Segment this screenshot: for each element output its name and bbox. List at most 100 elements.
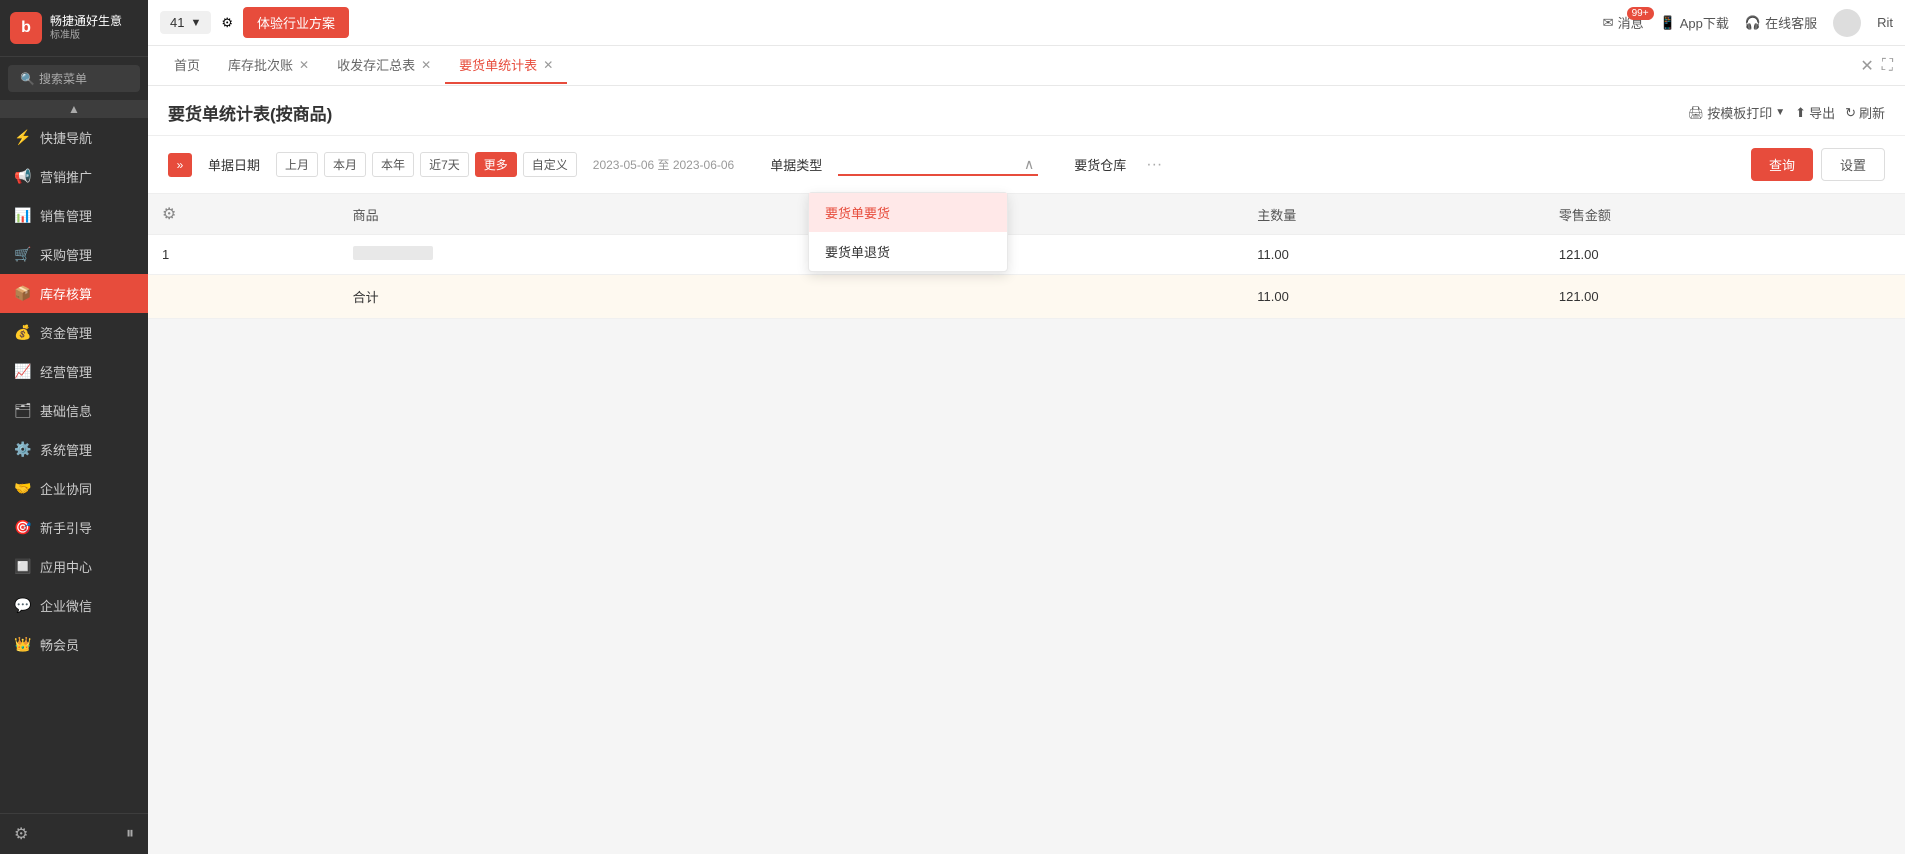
sidebar-item-system[interactable]: ⚙️ 系统管理 bbox=[0, 430, 148, 469]
summary-row: 合计 11.00 121.00 bbox=[148, 275, 1905, 319]
app-center-icon: 🔲 bbox=[14, 558, 32, 576]
tab-inventory-batch-close[interactable]: ✕ bbox=[299, 58, 309, 72]
trial-button[interactable]: 体验行业方案 bbox=[243, 7, 349, 38]
refresh-action[interactable]: ↻ 刷新 bbox=[1845, 103, 1885, 122]
date-more[interactable]: 更多 bbox=[475, 152, 517, 177]
tab-order-summary[interactable]: 要货单统计表 ✕ bbox=[445, 47, 567, 84]
sidebar-search[interactable]: 🔍 搜索菜单 bbox=[8, 65, 140, 92]
tabs-close-all-icon[interactable]: ✕ bbox=[1860, 56, 1873, 76]
type-input-wrap: ∧ bbox=[838, 153, 1038, 176]
message-icon: ✉ bbox=[1603, 15, 1614, 31]
tabs-actions: ✕ ⛶ bbox=[1860, 56, 1893, 76]
sidebar-item-operations[interactable]: 📈 经营管理 bbox=[0, 352, 148, 391]
page-actions: 🖨 按模板打印 ▼ ⬆ 导出 ↻ 刷新 bbox=[1688, 103, 1885, 122]
page-title: 要货单统计表(按商品) bbox=[168, 100, 332, 125]
date-cur-year[interactable]: 本年 bbox=[372, 152, 414, 177]
sidebar-item-enterprise[interactable]: 🤝 企业协同 bbox=[0, 469, 148, 508]
print-dropdown-icon: ▼ bbox=[1775, 107, 1785, 118]
tab-inventory-batch[interactable]: 库存批次账 ✕ bbox=[214, 47, 323, 84]
sidebar-item-members[interactable]: 👑 畅会员 bbox=[0, 625, 148, 664]
type-input[interactable] bbox=[838, 153, 1038, 176]
summary-amount: 121.00 bbox=[1545, 275, 1905, 319]
col-quantity: 主数量 bbox=[1243, 194, 1545, 235]
online-service-item[interactable]: 🎧 在线客服 bbox=[1745, 13, 1817, 32]
cell-quantity: 11.00 bbox=[1243, 235, 1545, 275]
store-name: 41 bbox=[170, 15, 184, 30]
purchase-icon: 🛒 bbox=[14, 246, 32, 264]
date-cur-month[interactable]: 本月 bbox=[324, 152, 366, 177]
marketing-icon: 📢 bbox=[14, 168, 32, 186]
collapse-btn[interactable]: ⏸ bbox=[126, 825, 134, 843]
sidebar-item-finance[interactable]: 💰 资金管理 bbox=[0, 313, 148, 352]
settings-btn[interactable]: ⚙ bbox=[14, 824, 28, 844]
sidebar-item-basic-info[interactable]: 🗂 基础信息 bbox=[0, 391, 148, 430]
tab-collect-summary-close[interactable]: ✕ bbox=[421, 58, 431, 72]
page-content: 要货单统计表(按商品) 🖨 按模板打印 ▼ ⬆ 导出 ↻ 刷新 » bbox=[148, 86, 1905, 854]
settings-button[interactable]: 设置 bbox=[1821, 148, 1885, 181]
date-shortcuts: 上月 本月 本年 近7天 更多 自定义 bbox=[276, 152, 577, 177]
app-download-item[interactable]: 📱 App下载 bbox=[1660, 13, 1729, 32]
export-icon: ⬆ bbox=[1795, 105, 1806, 121]
data-table: ⚙ 商品 主计量单位 主数量 零售金额 1 块 bbox=[148, 194, 1905, 319]
sidebar-item-guide[interactable]: 🎯 新手引导 bbox=[0, 508, 148, 547]
type-label: 单据类型 bbox=[770, 155, 822, 174]
search-icon: 🔍 bbox=[20, 72, 35, 86]
sidebar-item-purchase[interactable]: 🛒 采购管理 bbox=[0, 235, 148, 274]
sidebar-item-sales[interactable]: 📊 销售管理 bbox=[0, 196, 148, 235]
print-action[interactable]: 🖨 按模板打印 ▼ bbox=[1688, 103, 1785, 122]
filter-actions: 查询 设置 bbox=[1751, 148, 1885, 181]
tab-order-summary-close[interactable]: ✕ bbox=[543, 58, 553, 72]
sidebar-nav: ▲ ⚡ 快捷导航 📢 营销推广 📊 销售管理 🛒 采购管理 📦 库存核算 💰 资… bbox=[0, 100, 148, 813]
query-button[interactable]: 查询 bbox=[1751, 148, 1813, 181]
sidebar: b 畅捷通好生意 标准版 🔍 搜索菜单 ▲ ⚡ 快捷导航 📢 营销推广 📊 销售… bbox=[0, 0, 148, 854]
date-last-7days[interactable]: 近7天 bbox=[420, 152, 469, 177]
sidebar-item-quick-nav[interactable]: ⚡ 快捷导航 bbox=[0, 118, 148, 157]
inventory-icon: 📦 bbox=[14, 285, 32, 303]
page-header: 要货单统计表(按商品) 🖨 按模板打印 ▼ ⬆ 导出 ↻ 刷新 bbox=[148, 86, 1905, 136]
sales-icon: 📊 bbox=[14, 207, 32, 225]
date-custom[interactable]: 自定义 bbox=[523, 152, 577, 177]
summary-label: 合计 bbox=[339, 275, 825, 319]
dropdown-arrow-icon: ▼ bbox=[190, 17, 201, 29]
sidebar-bottom: ⚙ ⏸ bbox=[0, 813, 148, 854]
expand-button[interactable]: » bbox=[168, 153, 192, 177]
message-item[interactable]: ✉ 消息 99+ bbox=[1603, 13, 1644, 32]
warehouse-dots-icon[interactable]: ··· bbox=[1146, 156, 1162, 174]
tabs-bar: 首页 库存批次账 ✕ 收发存汇总表 ✕ 要货单统计表 ✕ ✕ ⛶ bbox=[148, 46, 1905, 86]
quick-nav-icon: ⚡ bbox=[14, 129, 32, 147]
date-label: 单据日期 bbox=[208, 155, 260, 174]
table-header-row: ⚙ 商品 主计量单位 主数量 零售金额 bbox=[148, 194, 1905, 235]
scroll-up-btn[interactable]: ▲ bbox=[0, 100, 148, 118]
dropdown-item-order-return[interactable]: 要货单退货 bbox=[809, 232, 1007, 271]
sidebar-item-wecom[interactable]: 💬 企业微信 bbox=[0, 586, 148, 625]
gear-icon[interactable]: ⚙ bbox=[221, 15, 233, 31]
type-clear-icon[interactable]: ∧ bbox=[1024, 156, 1034, 173]
main-content: 41 ▼ ⚙ 体验行业方案 ✉ 消息 99+ 📱 App下载 🎧 在线客服 Ri… bbox=[148, 0, 1905, 854]
username-label: Rit bbox=[1877, 15, 1893, 30]
sidebar-item-marketing[interactable]: 📢 营销推广 bbox=[0, 157, 148, 196]
store-selector[interactable]: 41 ▼ bbox=[160, 11, 211, 34]
user-avatar[interactable] bbox=[1833, 9, 1861, 37]
message-badge: 99+ bbox=[1627, 7, 1654, 20]
dropdown-item-order-goods[interactable]: 要货单要货 bbox=[809, 193, 1007, 232]
tabs-expand-icon[interactable]: ⛶ bbox=[1882, 57, 1893, 75]
basic-info-icon: 🗂 bbox=[14, 402, 32, 420]
header-right: ✉ 消息 99+ 📱 App下载 🎧 在线客服 Rit bbox=[1603, 9, 1893, 37]
tab-home[interactable]: 首页 bbox=[160, 47, 214, 84]
headset-icon: 🎧 bbox=[1745, 15, 1761, 31]
filter-area: » 单据日期 上月 本月 本年 近7天 更多 自定义 2023-05-06 至 … bbox=[148, 136, 1905, 194]
sidebar-item-app-center[interactable]: 🔲 应用中心 bbox=[0, 547, 148, 586]
table-wrap: ⚙ 商品 主计量单位 主数量 零售金额 1 块 bbox=[148, 194, 1905, 319]
header-left: 41 ▼ ⚙ 体验行业方案 bbox=[160, 7, 349, 38]
date-range: 2023-05-06 至 2023-06-06 bbox=[593, 156, 734, 173]
sidebar-item-inventory[interactable]: 📦 库存核算 bbox=[0, 274, 148, 313]
enterprise-icon: 🤝 bbox=[14, 480, 32, 498]
export-action[interactable]: ⬆ 导出 bbox=[1795, 103, 1835, 122]
table-row: 1 块 11.00 121.00 bbox=[148, 235, 1905, 275]
refresh-icon: ↻ bbox=[1845, 105, 1856, 121]
summary-quantity: 11.00 bbox=[1243, 275, 1545, 319]
tab-collect-summary[interactable]: 收发存汇总表 ✕ bbox=[323, 47, 445, 84]
date-prev-month[interactable]: 上月 bbox=[276, 152, 318, 177]
sidebar-logo: b 畅捷通好生意 标准版 bbox=[0, 0, 148, 57]
col-settings-icon[interactable]: ⚙ bbox=[162, 206, 176, 223]
